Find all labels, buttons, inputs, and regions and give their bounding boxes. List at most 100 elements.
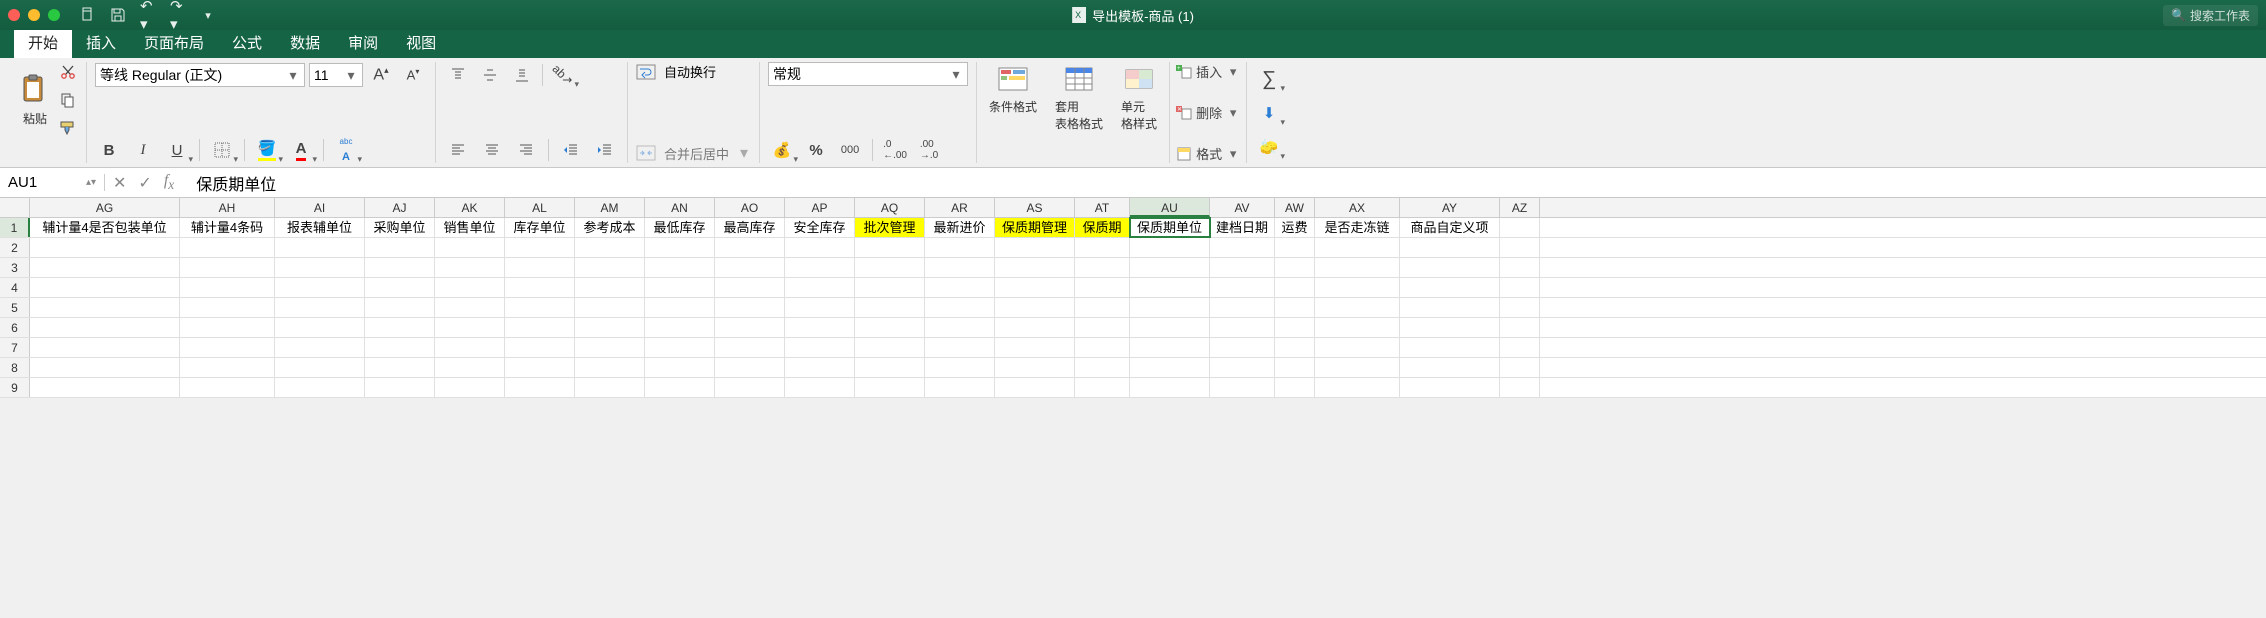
cell-AS4[interactable] (995, 278, 1075, 297)
cell-AK8[interactable] (435, 358, 505, 377)
cell-AW2[interactable] (1275, 238, 1315, 257)
decrease-indent-button[interactable] (557, 137, 585, 163)
cell-AL1[interactable]: 库存单位 (505, 218, 575, 237)
cell-AN3[interactable] (645, 258, 715, 277)
cell-AJ2[interactable] (365, 238, 435, 257)
cell-AU9[interactable] (1130, 378, 1210, 397)
row-header-5[interactable]: 5 (0, 298, 30, 317)
cell-AO6[interactable] (715, 318, 785, 337)
wrap-text-button[interactable]: 自动换行 (664, 62, 716, 81)
cell-AT5[interactable] (1075, 298, 1130, 317)
cell-AP8[interactable] (785, 358, 855, 377)
cell-AK6[interactable] (435, 318, 505, 337)
cell-AN4[interactable] (645, 278, 715, 297)
cell-AM9[interactable] (575, 378, 645, 397)
cell-AO4[interactable] (715, 278, 785, 297)
cell-AZ4[interactable] (1500, 278, 1540, 297)
cell-AN9[interactable] (645, 378, 715, 397)
cell-AQ1[interactable]: 批次管理 (855, 218, 925, 237)
cell-AR2[interactable] (925, 238, 995, 257)
cell-AH4[interactable] (180, 278, 275, 297)
cell-AH6[interactable] (180, 318, 275, 337)
cell-AT4[interactable] (1075, 278, 1130, 297)
cell-AW9[interactable] (1275, 378, 1315, 397)
cell-AZ1[interactable] (1500, 218, 1540, 237)
align-middle-button[interactable] (476, 62, 504, 88)
cell-AV1[interactable]: 建档日期 (1210, 218, 1275, 237)
align-left-button[interactable] (444, 137, 472, 163)
chevron-down-icon[interactable]: ▾ (344, 67, 358, 84)
cell-AH7[interactable] (180, 338, 275, 357)
cell-AN5[interactable] (645, 298, 715, 317)
chevron-down-icon[interactable]: ▾ (949, 66, 963, 83)
increase-indent-button[interactable] (591, 137, 619, 163)
cell-AU7[interactable] (1130, 338, 1210, 357)
cell-AI8[interactable] (275, 358, 365, 377)
tab-公式[interactable]: 公式 (218, 30, 276, 58)
cell-AJ5[interactable] (365, 298, 435, 317)
cell-AX2[interactable] (1315, 238, 1400, 257)
cell-AI3[interactable] (275, 258, 365, 277)
format-painter-button[interactable] (58, 118, 78, 138)
cell-AI6[interactable] (275, 318, 365, 337)
cell-AH1[interactable]: 辅计量4条码 (180, 218, 275, 237)
fill-color-button[interactable]: 🪣 (253, 137, 281, 163)
cell-AG6[interactable] (30, 318, 180, 337)
cell-AS1[interactable]: 保质期管理 (995, 218, 1075, 237)
autosum-button[interactable]: ∑ (1255, 66, 1283, 92)
column-header-AX[interactable]: AX (1315, 198, 1400, 217)
cell-AP3[interactable] (785, 258, 855, 277)
cell-AR3[interactable] (925, 258, 995, 277)
cell-AS9[interactable] (995, 378, 1075, 397)
cell-AJ4[interactable] (365, 278, 435, 297)
column-header-AQ[interactable]: AQ (855, 198, 925, 217)
column-header-AL[interactable]: AL (505, 198, 575, 217)
cell-AZ3[interactable] (1500, 258, 1540, 277)
cell-AJ9[interactable] (365, 378, 435, 397)
cell-AO9[interactable] (715, 378, 785, 397)
row-header-2[interactable]: 2 (0, 238, 30, 257)
cut-button[interactable] (58, 62, 78, 82)
cell-AQ3[interactable] (855, 258, 925, 277)
column-header-AM[interactable]: AM (575, 198, 645, 217)
cell-AM1[interactable]: 参考成本 (575, 218, 645, 237)
column-header-AV[interactable]: AV (1210, 198, 1275, 217)
cell-AR6[interactable] (925, 318, 995, 337)
cell-AX9[interactable] (1315, 378, 1400, 397)
cell-AN8[interactable] (645, 358, 715, 377)
cell-AP9[interactable] (785, 378, 855, 397)
chevron-down-icon[interactable]: ▾ (1226, 146, 1240, 162)
cell-AR4[interactable] (925, 278, 995, 297)
redo-icon[interactable]: ↷ ▾ (170, 7, 186, 23)
cell-AW7[interactable] (1275, 338, 1315, 357)
cell-AJ7[interactable] (365, 338, 435, 357)
cell-AG4[interactable] (30, 278, 180, 297)
column-header-AI[interactable]: AI (275, 198, 365, 217)
cell-AY9[interactable] (1400, 378, 1500, 397)
row-header-6[interactable]: 6 (0, 318, 30, 337)
column-header-AK[interactable]: AK (435, 198, 505, 217)
cell-AQ8[interactable] (855, 358, 925, 377)
cell-AW6[interactable] (1275, 318, 1315, 337)
cell-AG3[interactable] (30, 258, 180, 277)
row-header-1[interactable]: 1 (0, 218, 30, 237)
cell-AY5[interactable] (1400, 298, 1500, 317)
row-header-3[interactable]: 3 (0, 258, 30, 277)
chevron-down-icon[interactable]: ▾ (1226, 105, 1240, 121)
cell-AX6[interactable] (1315, 318, 1400, 337)
column-header-AJ[interactable]: AJ (365, 198, 435, 217)
cell-AS6[interactable] (995, 318, 1075, 337)
conditional-format-button[interactable]: 条件格式 (985, 62, 1041, 117)
cell-AJ1[interactable]: 采购单位 (365, 218, 435, 237)
cancel-formula-button[interactable]: ✕ (113, 173, 126, 193)
cell-AZ9[interactable] (1500, 378, 1540, 397)
column-header-AO[interactable]: AO (715, 198, 785, 217)
cell-AY1[interactable]: 商品自定义项 (1400, 218, 1500, 237)
cell-AK9[interactable] (435, 378, 505, 397)
cell-AX8[interactable] (1315, 358, 1400, 377)
tab-审阅[interactable]: 审阅 (334, 30, 392, 58)
font-color-button[interactable]: A (287, 137, 315, 163)
cell-AQ7[interactable] (855, 338, 925, 357)
column-header-AZ[interactable]: AZ (1500, 198, 1540, 217)
close-window-button[interactable] (8, 9, 20, 21)
